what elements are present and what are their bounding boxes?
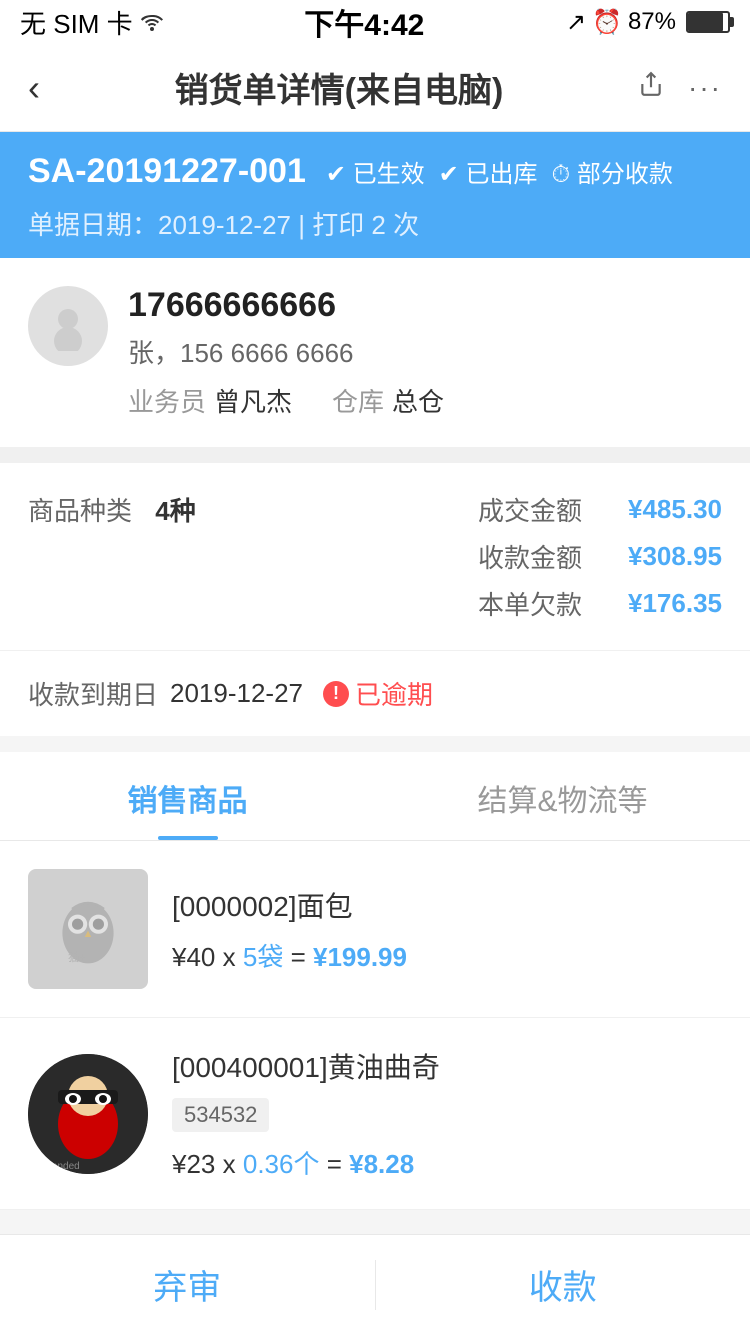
product-info-2: [000400001]黄油曲奇 534532 ¥23 x 0.36个 = ¥8.… <box>172 1046 722 1181</box>
transaction-amount-value: ¥485.30 <box>602 494 722 525</box>
cancel-button[interactable]: 弃审 <box>0 1240 375 1329</box>
table-row: branded [000400001]黄油曲奇 534532 ¥23 x 0.3… <box>0 1018 750 1210</box>
share-icon[interactable] <box>638 71 664 105</box>
confirm-button[interactable]: 收款 <box>376 1240 750 1329</box>
warehouse-value: 总仓 <box>392 382 444 419</box>
divider-1 <box>0 447 750 463</box>
page-title: 销货单详情(来自电脑) <box>175 63 504 112</box>
status-bar: 无 SIM 卡 下午4:42 ↗ ⏰ 87% <box>0 0 750 44</box>
tabs-section: 销售商品 结算&物流等 <box>0 752 750 841</box>
tabs-row: 销售商品 结算&物流等 <box>0 752 750 840</box>
header-top: SA-20191227-001 ✔ 已生效 ✔ 已出库 ⏱ 部分收款 <box>28 152 722 191</box>
transaction-amount-row: 成交金额 ¥485.30 <box>478 491 722 528</box>
product-price-1: ¥40 x 5袋 = ¥199.99 <box>172 937 722 974</box>
location-icon: ↗ <box>566 8 586 37</box>
avatar <box>28 286 108 366</box>
badge-partial-payment: ⏱ 部分收款 <box>551 154 672 189</box>
status-time: 下午4:42 <box>304 0 424 44</box>
header-banner: SA-20191227-001 ✔ 已生效 ✔ 已出库 ⏱ 部分收款 单据日期：… <box>0 132 750 258</box>
status-right: ↗ ⏰ 87% <box>566 8 730 37</box>
badge-effective: ✔ 已生效 <box>326 154 425 189</box>
customer-name: 17666666666 <box>128 286 722 325</box>
summary-section: 商品种类 4种 成交金额 ¥485.30 收款金额 ¥308.95 本单欠款 ¥… <box>0 463 750 650</box>
summary-left: 商品种类 4种 <box>28 491 196 528</box>
overdue-badge: ! 已逾期 <box>323 675 433 712</box>
salesperson-meta: 业务员 曾凡杰 <box>128 382 292 419</box>
price-total-2: ¥8.28 <box>349 1149 414 1179</box>
header-doc-date: 单据日期：2019-12-27 | 打印 2 次 <box>28 205 722 242</box>
customer-info: 17666666666 张，156 6666 6666 业务员 曾凡杰 仓库 总… <box>128 286 722 419</box>
product-name-2: [000400001]黄油曲奇 <box>172 1046 722 1086</box>
product-price-2: ¥23 x 0.36个 = ¥8.28 <box>172 1144 722 1181</box>
category-count: 4种 <box>155 496 195 526</box>
owed-amount-value: ¥176.35 <box>602 588 722 619</box>
warehouse-meta: 仓库 总仓 <box>332 382 444 419</box>
badge-shipped: ✔ 已出库 <box>439 154 538 189</box>
battery-icon <box>686 11 730 33</box>
category-label: 商品种类 <box>28 496 132 526</box>
price-total-1: ¥199.99 <box>313 942 407 972</box>
overdue-text: 已逾期 <box>355 675 433 712</box>
due-date-label: 收款到期日 <box>28 675 158 712</box>
due-date-value: 2019-12-27 <box>170 678 303 709</box>
product-image-2: branded <box>28 1054 148 1174</box>
received-amount-row: 收款金额 ¥308.95 <box>478 538 722 575</box>
product-tag-2: 534532 <box>172 1098 269 1132</box>
received-amount-label: 收款金额 <box>478 538 582 575</box>
carrier-text: 无 SIM 卡 <box>20 4 133 41</box>
product-list: 猫+ [0000002]面包 ¥40 x 5袋 = ¥199.99 <box>0 841 750 1210</box>
battery-text: 87% <box>628 8 676 36</box>
product-image-1: 猫+ <box>28 869 148 989</box>
overdue-icon: ! <box>323 681 349 707</box>
salesperson-value: 曾凡杰 <box>214 382 292 419</box>
order-id: SA-20191227-001 <box>28 152 306 191</box>
nav-actions: ··· <box>638 71 722 105</box>
product-info-1: [0000002]面包 ¥40 x 5袋 = ¥199.99 <box>172 885 722 974</box>
bottom-bar: 弃审 收款 <box>0 1234 750 1334</box>
customer-section: 17666666666 张，156 6666 6666 业务员 曾凡杰 仓库 总… <box>0 258 750 447</box>
customer-meta: 业务员 曾凡杰 仓库 总仓 <box>128 382 722 419</box>
owed-amount-label: 本单欠款 <box>478 585 582 622</box>
product-name-1: [0000002]面包 <box>172 885 722 925</box>
header-badges: ✔ 已生效 ✔ 已出库 ⏱ 部分收款 <box>326 154 673 189</box>
nav-bar: ‹ 销货单详情(来自电脑) ··· <box>0 44 750 132</box>
price-base-1: ¥40 <box>172 942 215 972</box>
price-qty-2: 0.36个 <box>243 1149 320 1179</box>
transaction-amount-label: 成交金额 <box>478 491 582 528</box>
customer-phone: 张，156 6666 6666 <box>128 333 722 370</box>
warehouse-label: 仓库 <box>332 382 384 419</box>
svg-text:猫+: 猫+ <box>68 951 86 964</box>
price-base-2: ¥23 <box>172 1149 215 1179</box>
alarm-icon: ⏰ <box>592 8 622 37</box>
back-button[interactable]: ‹ <box>28 67 40 109</box>
svg-text:branded: branded <box>43 1161 80 1172</box>
salesperson-label: 业务员 <box>128 382 206 419</box>
tab-settlement-logistics[interactable]: 结算&物流等 <box>375 752 750 840</box>
status-left: 无 SIM 卡 <box>20 4 163 41</box>
more-icon[interactable]: ··· <box>688 72 722 104</box>
owed-amount-row: 本单欠款 ¥176.35 <box>478 585 722 622</box>
tab-sales-products[interactable]: 销售商品 <box>0 752 375 840</box>
due-date-section: 收款到期日 2019-12-27 ! 已逾期 <box>0 650 750 736</box>
price-qty-1: 5袋 <box>243 942 283 972</box>
summary-right: 成交金额 ¥485.30 收款金额 ¥308.95 本单欠款 ¥176.35 <box>478 491 722 622</box>
wifi-icon <box>141 7 163 38</box>
table-row: 猫+ [0000002]面包 ¥40 x 5袋 = ¥199.99 <box>0 841 750 1018</box>
received-amount-value: ¥308.95 <box>602 541 722 572</box>
